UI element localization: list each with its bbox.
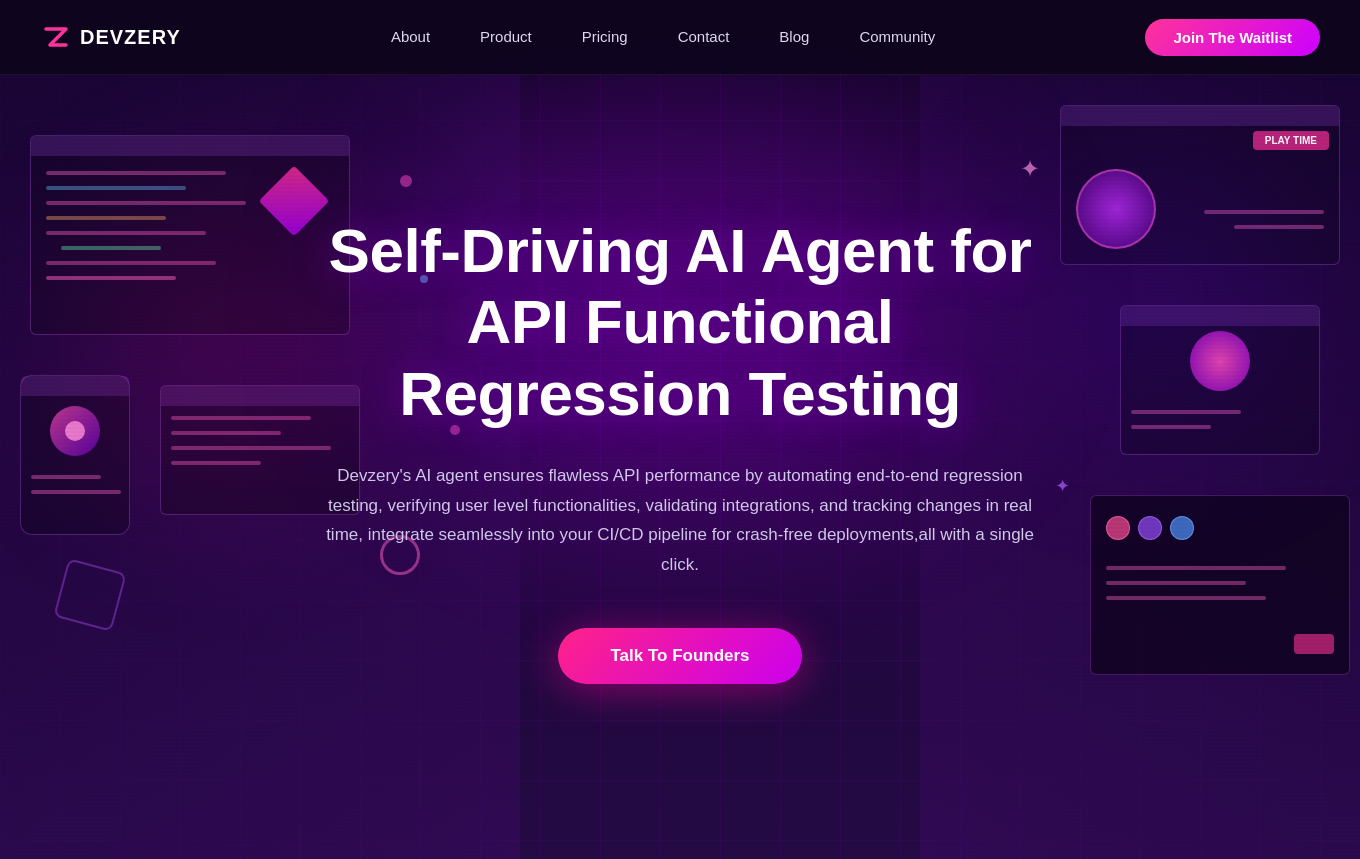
navbar: DEVZERY About Product Pricing Contact Bl… — [0, 0, 1360, 75]
nav-item-about[interactable]: About — [371, 20, 450, 53]
star-deco: ✦ — [1020, 155, 1040, 183]
nav-item-blog[interactable]: Blog — [759, 20, 829, 53]
hero-content: Self-Driving AI Agent for API Functional… — [250, 215, 1110, 684]
logo-icon — [40, 21, 72, 53]
talk-to-founders-button[interactable]: Talk To Founders — [558, 628, 801, 684]
rect-deco — [53, 558, 126, 631]
hero-subtitle: Devzery's AI agent ensures flawless API … — [320, 461, 1040, 580]
nav-item-community[interactable]: Community — [839, 20, 955, 53]
phone-device — [20, 375, 130, 535]
orb-icon — [1190, 331, 1250, 391]
control-panel-right — [1090, 495, 1350, 675]
hero-section: PLAY TIME ✦ ✦ — [0, 0, 1360, 859]
nav-item-product[interactable]: Product — [460, 20, 552, 53]
screen-box-right-mid — [1120, 305, 1320, 455]
nav-links: About Product Pricing Contact Blog Commu… — [371, 28, 955, 46]
logo-link[interactable]: DEVZERY — [40, 21, 181, 53]
nav-item-pricing[interactable]: Pricing — [562, 20, 648, 53]
nav-item-contact[interactable]: Contact — [658, 20, 750, 53]
logo-text: DEVZERY — [80, 26, 181, 49]
join-waitlist-button[interactable]: Join The Waitlist — [1145, 19, 1320, 56]
dot-1 — [400, 175, 412, 187]
hero-title: Self-Driving AI Agent for API Functional… — [290, 215, 1070, 429]
